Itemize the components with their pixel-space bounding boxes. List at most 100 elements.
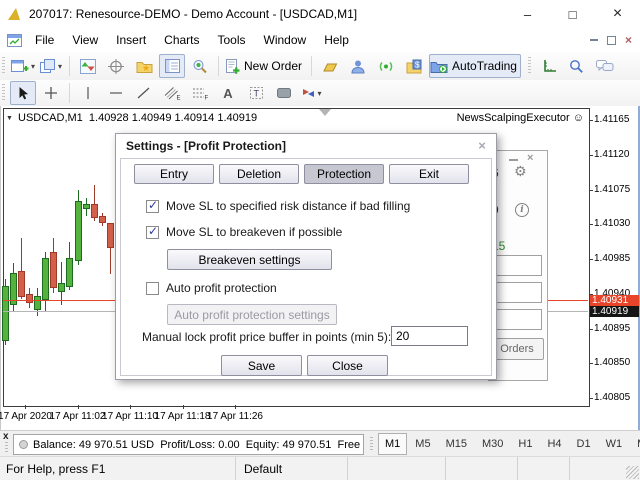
ea-panel-minimize-icon[interactable] <box>509 159 518 161</box>
close-button[interactable]: × <box>595 0 640 28</box>
candle-body-down <box>99 216 106 223</box>
trendline-button[interactable] <box>131 81 157 105</box>
dialog-tab-entry[interactable]: Entry <box>134 164 214 184</box>
terminal-close-icon[interactable]: x <box>3 431 9 442</box>
menu-item-help[interactable]: Help <box>315 33 358 47</box>
candle-body-up <box>42 258 49 300</box>
ea-panel: × 6 ⚙ 9 i 15 Orders <box>488 150 548 381</box>
menu-item-tools[interactable]: Tools <box>209 33 255 47</box>
timeframe-toolbar-grip[interactable] <box>370 437 373 451</box>
menu-item-file[interactable]: File <box>26 33 63 47</box>
strategy-tester-button[interactable] <box>187 54 213 78</box>
profiles-button[interactable]: ▾ <box>38 54 64 78</box>
dialog-tab-protection[interactable]: Protection <box>304 164 384 184</box>
window-controls: – □ × <box>505 0 640 28</box>
terminal-grip[interactable] <box>5 442 8 454</box>
timeframe-w1[interactable]: W1 <box>599 433 630 455</box>
svg-text:T: T <box>253 89 259 99</box>
menu-item-insert[interactable]: Insert <box>107 33 155 47</box>
timeframe-m1[interactable]: M1 <box>378 433 408 455</box>
toolbar-separator <box>69 56 71 76</box>
mdi-minimize-icon[interactable] <box>589 39 598 41</box>
mql5-community-button[interactable] <box>345 54 371 78</box>
metaeditor-button[interactable] <box>317 54 343 78</box>
timeframe-m5[interactable]: M5 <box>408 433 437 455</box>
data-window-button[interactable] <box>103 54 129 78</box>
new-chart-button[interactable]: ▾ <box>10 54 36 78</box>
dialog-close-icon[interactable]: × <box>474 138 490 154</box>
search-button[interactable] <box>564 54 590 78</box>
toolbar-grip[interactable] <box>2 84 5 102</box>
menubar: File View Insert Charts Tools Window Help × <box>0 28 640 52</box>
statusbar-profile[interactable]: Default <box>236 457 348 480</box>
buffer-input[interactable] <box>391 326 468 346</box>
text-icon: A <box>223 85 233 101</box>
resize-grip-icon[interactable] <box>626 466 639 479</box>
risk-checkbox[interactable] <box>146 198 159 213</box>
chat-button[interactable] <box>592 54 618 78</box>
dialog-close-button[interactable]: Close <box>307 355 388 376</box>
text-label-button[interactable]: T <box>243 81 269 105</box>
vertical-line-button[interactable] <box>75 81 101 105</box>
mdi-restore-icon[interactable] <box>606 35 616 45</box>
maximize-button[interactable]: □ <box>550 0 595 28</box>
window-title: 207017: Renesource-DEMO - Demo Account -… <box>29 7 358 21</box>
chart-axes-button[interactable] <box>536 54 562 78</box>
auto-profit-checkbox[interactable] <box>146 282 159 295</box>
chart-window-icon <box>7 33 22 47</box>
timeframe-h4[interactable]: H4 <box>540 433 568 455</box>
terminal-button[interactable] <box>159 54 186 78</box>
chevron-down-icon: ▾ <box>317 88 322 98</box>
terminal-list-icon <box>164 59 180 73</box>
equidistant-channel-button[interactable]: E <box>159 81 185 105</box>
menu-item-window[interactable]: Window <box>255 33 316 47</box>
autotrading-button[interactable]: AutoTrading <box>429 54 521 78</box>
minimize-button[interactable]: – <box>505 0 550 28</box>
info-icon[interactable]: i <box>515 203 529 217</box>
ea-panel-input[interactable] <box>490 309 542 330</box>
timeframe-m30[interactable]: M30 <box>475 433 510 455</box>
vertical-line-icon <box>87 87 89 99</box>
arrows-button[interactable]: ▾ <box>299 81 325 105</box>
crosshair-button[interactable] <box>38 81 64 105</box>
ea-panel-input[interactable] <box>490 282 542 303</box>
text-button[interactable]: A <box>215 81 241 105</box>
save-button[interactable]: Save <box>221 355 302 376</box>
gear-icon[interactable]: ⚙ <box>514 163 527 180</box>
dialog-tab-deletion[interactable]: Deletion <box>219 164 299 184</box>
timeframe-h1[interactable]: H1 <box>511 433 539 455</box>
mdi-close-icon[interactable]: × <box>625 34 632 46</box>
breakeven-checkbox[interactable] <box>146 224 159 239</box>
horizontal-line-button[interactable] <box>103 81 129 105</box>
ea-panel-input[interactable] <box>490 255 542 276</box>
new-order-button[interactable]: New Order <box>224 54 306 78</box>
shapes-button[interactable] <box>271 81 297 105</box>
profiles-icon <box>40 58 55 73</box>
timeframe-m15[interactable]: M15 <box>439 433 474 455</box>
timeframe-d1[interactable]: D1 <box>570 433 598 455</box>
chat-icon <box>595 60 614 72</box>
menu-item-view[interactable]: View <box>63 33 107 47</box>
toolbar-grip[interactable] <box>527 57 531 75</box>
signals-button[interactable] <box>373 54 399 78</box>
menu-item-charts[interactable]: Charts <box>155 33 208 47</box>
toolbar-separator <box>218 56 220 76</box>
candle-body-up <box>83 204 90 209</box>
fibonacci-button[interactable]: F <box>187 81 213 105</box>
cursor-button[interactable] <box>10 81 36 105</box>
dialog-tab-exit[interactable]: Exit <box>389 164 469 184</box>
breakeven-settings-button[interactable]: Breakeven settings <box>167 249 332 270</box>
market-button[interactable]: $ <box>401 54 427 78</box>
orders-button[interactable]: Orders <box>490 338 544 360</box>
svg-text:F: F <box>204 96 208 101</box>
mdi-controls: × <box>589 34 632 46</box>
market-watch-button[interactable] <box>75 54 101 78</box>
timeframe-mn[interactable]: MN <box>630 433 640 455</box>
toolbar-grip[interactable] <box>2 57 5 75</box>
tester-magnifier-icon <box>193 59 207 73</box>
rectangle-icon <box>277 88 291 98</box>
navigator-button[interactable]: ★ <box>131 54 157 78</box>
ea-panel-close-icon[interactable]: × <box>527 152 533 164</box>
autotrading-icon <box>430 62 448 73</box>
auto-profit-settings-button[interactable]: Auto profit protection settings <box>167 304 337 325</box>
